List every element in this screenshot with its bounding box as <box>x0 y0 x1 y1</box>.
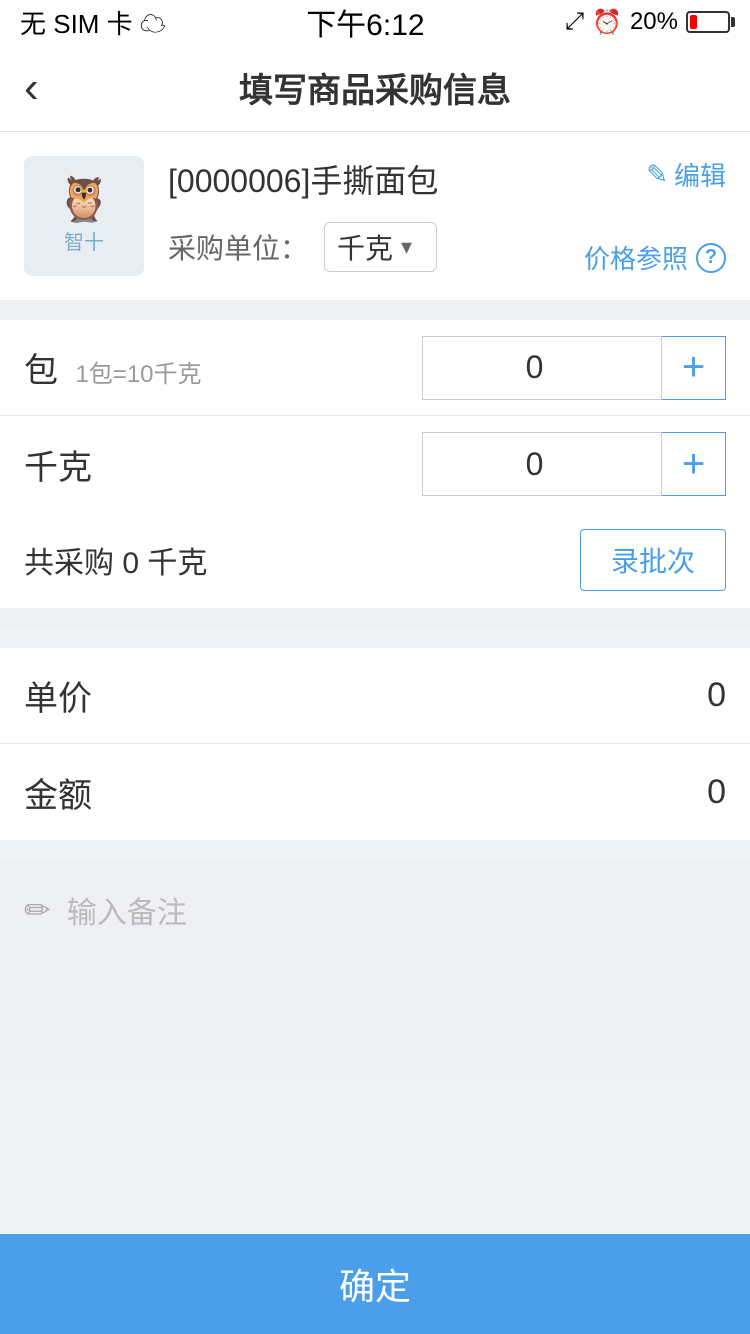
pencil-icon: ✏ <box>24 891 51 929</box>
status-time: 下午6:12 <box>306 0 424 44</box>
quantity-plus-kg[interactable]: + <box>662 432 726 496</box>
confirm-button-label: 确定 <box>339 1258 411 1310</box>
unit-price-row: 单价 0 <box>0 648 750 744</box>
brand-label: 智十 <box>64 226 104 255</box>
quantity-input-wrap-kg: + <box>164 432 726 496</box>
product-card: 🦉 智十 [0000006]手撕面包 采购单位： 千克 ▾ ✎ 编辑 价格参照 … <box>0 132 750 300</box>
alarm-icon: ⏰ <box>592 8 622 37</box>
unit-select[interactable]: 千克 ▾ <box>324 222 437 272</box>
total-row: 共采购 0 千克 录批次 <box>0 512 750 608</box>
product-logo: 🦉 <box>57 178 112 222</box>
price-section: 单价 0 金额 0 <box>0 648 750 840</box>
amount-value: 0 <box>707 773 726 812</box>
battery-percent: 20% <box>630 8 678 36</box>
quantity-input-kg[interactable] <box>422 432 662 496</box>
unit-price-label: 单价 <box>24 671 92 720</box>
record-batch-button[interactable]: 录批次 <box>580 529 726 591</box>
product-image: 🦉 智十 <box>24 156 144 276</box>
quantity-row-bao: 包 1包=10千克 + <box>0 320 750 416</box>
section-divider-2 <box>0 608 750 628</box>
price-ref-button[interactable]: 价格参照 ? <box>584 239 726 276</box>
remark-placeholder: 输入备注 <box>67 888 187 932</box>
quantity-unit-bao: 包 <box>24 352 58 390</box>
unit-value: 千克 <box>337 227 393 267</box>
price-ref-icon: ? <box>696 243 726 273</box>
back-button[interactable]: ‹ <box>24 66 39 110</box>
edit-label: 编辑 <box>674 156 726 193</box>
page-title: 填写商品采购信息 <box>239 63 511 112</box>
nav-bar: ‹ 填写商品采购信息 <box>0 44 750 132</box>
edit-icon: ✎ <box>646 159 668 190</box>
remark-section[interactable]: ✏ 输入备注 <box>0 860 750 960</box>
quantity-input-bao[interactable] <box>422 336 662 400</box>
unit-label: 采购单位： <box>168 227 308 267</box>
price-ref-label: 价格参照 <box>584 239 688 276</box>
quantity-plus-bao[interactable]: + <box>662 336 726 400</box>
quantity-row-kg: 千克 + <box>0 416 750 512</box>
battery-icon <box>686 11 730 33</box>
quantity-section: 包 1包=10千克 + 千克 + <box>0 320 750 512</box>
confirm-footer[interactable]: 确定 <box>0 1234 750 1334</box>
quantity-label-bao: 包 1包=10千克 <box>24 343 202 392</box>
location-icon: ⤢ <box>565 8 584 36</box>
status-bar: 无 SIM 卡 ☁ 下午6:12 ⤢ ⏰ 20% <box>0 0 750 44</box>
unit-price-value: 0 <box>707 676 726 715</box>
edit-button[interactable]: ✎ 编辑 <box>646 156 726 193</box>
bottom-spacer <box>0 960 750 1080</box>
section-divider-1 <box>0 300 750 320</box>
no-sim-text: 无 SIM 卡 ☁ <box>20 4 166 41</box>
product-name: [0000006]手撕面包 <box>168 156 726 202</box>
unit-arrow: ▾ <box>401 234 412 260</box>
status-right: ⤢ ⏰ 20% <box>565 8 730 37</box>
quantity-sublabel-bao: 1包=10千克 <box>75 361 201 388</box>
amount-row: 金额 0 <box>0 744 750 840</box>
amount-label: 金额 <box>24 768 92 817</box>
quantity-label-kg: 千克 <box>24 440 164 489</box>
status-left: 无 SIM 卡 ☁ <box>20 4 166 41</box>
total-text: 共采购 0 千克 <box>24 538 207 582</box>
quantity-input-wrap-bao: + <box>202 336 726 400</box>
